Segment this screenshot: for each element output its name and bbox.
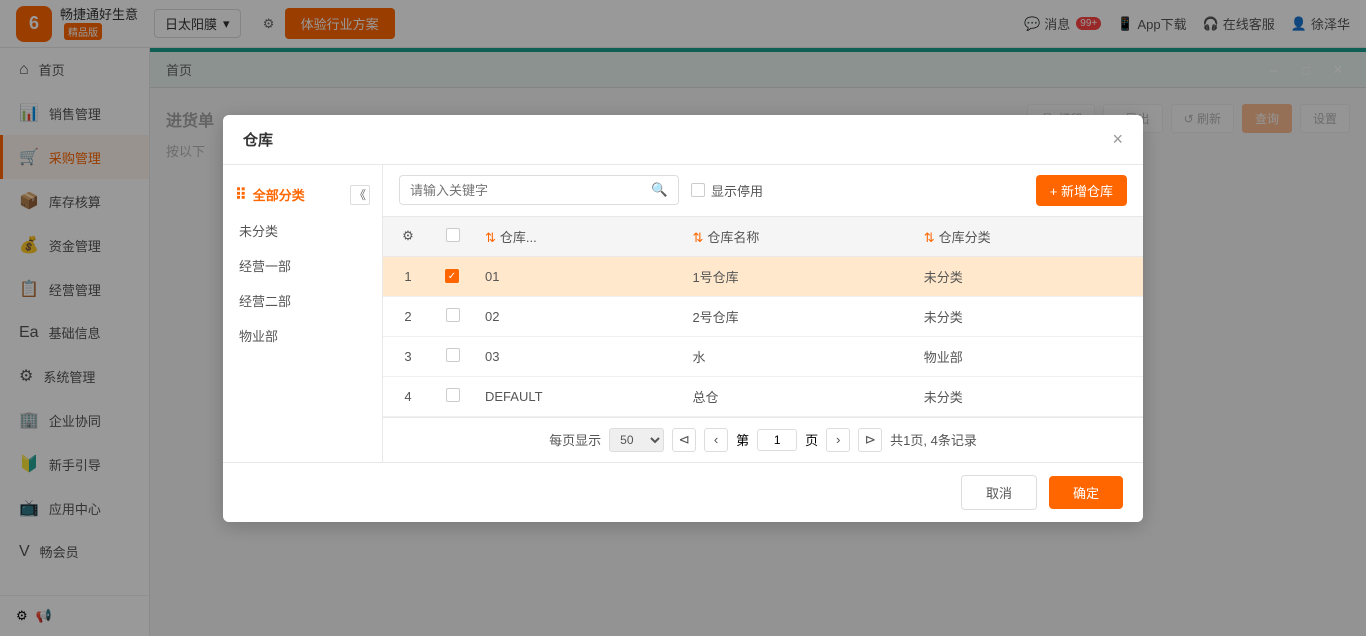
last-page-button[interactable]: ⊳ [858, 428, 882, 452]
per-page-select[interactable]: 50 20 100 [609, 428, 664, 452]
row-name: 1号仓库 [680, 256, 911, 296]
show-disabled-text: 显示停用 [711, 181, 763, 200]
per-page-label: 每页显示 [549, 430, 601, 449]
sort-icon-name: ⇅ [692, 230, 703, 245]
row-checkbox[interactable] [433, 376, 473, 416]
table-header-row: ⚙ ⇅仓库... ⇅仓库名称 [383, 217, 1143, 257]
category-item[interactable]: 经营一部 [223, 248, 382, 283]
category-title: ⠿ 全部分类 [235, 185, 305, 205]
dialog-footer: 取消 确定 [223, 462, 1143, 522]
th-checkbox [433, 217, 473, 257]
table: ⚙ ⇅仓库... ⇅仓库名称 [383, 217, 1143, 417]
cancel-button[interactable]: 取消 [961, 475, 1037, 510]
table-row[interactable]: 3 03 水 物业部 [383, 336, 1143, 376]
row-checkbox[interactable] [433, 296, 473, 336]
confirm-button[interactable]: 确定 [1049, 476, 1123, 509]
row-num: 3 [383, 336, 433, 376]
row-num: 2 [383, 296, 433, 336]
category-item[interactable]: 未分类 [223, 213, 382, 248]
table-body: 1 ✓ 01 1号仓库 未分类 2 02 2号仓库 未分类 3 03 水 物业部… [383, 256, 1143, 416]
modal-overlay[interactable]: 仓库 × ⠿ 全部分类 《 未分类经营一部经营二部物业部 [0, 0, 1366, 636]
row-checkbox[interactable] [433, 336, 473, 376]
show-disabled-label[interactable]: 显示停用 [691, 181, 763, 200]
table-row[interactable]: 4 DEFAULT 总仓 未分类 [383, 376, 1143, 416]
row-checkbox[interactable]: ✓ [433, 256, 473, 296]
sort-icon: ⇅ [485, 230, 496, 245]
warehouse-dialog: 仓库 × ⠿ 全部分类 《 未分类经营一部经营二部物业部 [223, 115, 1143, 522]
collapse-button[interactable]: 《 [350, 185, 370, 205]
th-code: ⇅仓库... [473, 217, 680, 257]
category-header[interactable]: ⠿ 全部分类 《 [223, 177, 382, 213]
warehouse-table: ⚙ ⇅仓库... ⇅仓库名称 [383, 217, 1143, 417]
all-category-label: 全部分类 [253, 185, 305, 204]
first-page-button[interactable]: ⊲ [672, 428, 696, 452]
warehouse-panel: 🔍 显示停用 + 新增仓库 ⚙ [383, 165, 1143, 462]
row-category: 未分类 [912, 376, 1143, 416]
row-name: 2号仓库 [680, 296, 911, 336]
th-name: ⇅仓库名称 [680, 217, 911, 257]
dialog-close-button[interactable]: × [1112, 130, 1123, 148]
row-code: 03 [473, 336, 680, 376]
sort-icon-cat: ⇅ [924, 230, 935, 245]
pagination-bar: 每页显示 50 20 100 ⊲ ‹ 第 页 › ⊳ 共1页, 4条记录 [383, 417, 1143, 462]
new-warehouse-button[interactable]: + 新增仓库 [1036, 175, 1127, 206]
page-label: 第 [736, 430, 749, 449]
category-list: 未分类经营一部经营二部物业部 [223, 213, 382, 353]
prev-page-button[interactable]: ‹ [704, 428, 728, 452]
th-settings: ⚙ [383, 217, 433, 257]
total-info: 共1页, 4条记录 [890, 430, 977, 449]
row-code: DEFAULT [473, 376, 680, 416]
category-item[interactable]: 物业部 [223, 318, 382, 353]
row-code: 02 [473, 296, 680, 336]
dialog-title: 仓库 [243, 129, 273, 150]
row-num: 4 [383, 376, 433, 416]
next-page-button[interactable]: › [826, 428, 850, 452]
show-disabled-checkbox[interactable] [691, 183, 705, 197]
table-row[interactable]: 2 02 2号仓库 未分类 [383, 296, 1143, 336]
grid-icon: ⠿ [235, 185, 247, 205]
search-input[interactable] [400, 177, 641, 204]
row-code: 01 [473, 256, 680, 296]
category-panel: ⠿ 全部分类 《 未分类经营一部经营二部物业部 [223, 165, 383, 462]
table-row[interactable]: 1 ✓ 01 1号仓库 未分类 [383, 256, 1143, 296]
category-item[interactable]: 经营二部 [223, 283, 382, 318]
page-input[interactable] [757, 429, 797, 451]
page-suffix: 页 [805, 430, 818, 449]
row-name: 水 [680, 336, 911, 376]
dialog-header: 仓库 × [223, 115, 1143, 165]
search-box: 🔍 [399, 175, 679, 205]
warehouse-toolbar: 🔍 显示停用 + 新增仓库 [383, 165, 1143, 217]
dialog-body: ⠿ 全部分类 《 未分类经营一部经营二部物业部 🔍 [223, 165, 1143, 462]
search-button[interactable]: 🔍 [641, 176, 678, 204]
row-category: 未分类 [912, 296, 1143, 336]
row-category: 物业部 [912, 336, 1143, 376]
row-name: 总仓 [680, 376, 911, 416]
th-category: ⇅仓库分类 [912, 217, 1143, 257]
row-category: 未分类 [912, 256, 1143, 296]
row-num: 1 [383, 256, 433, 296]
header-checkbox[interactable] [446, 228, 460, 242]
